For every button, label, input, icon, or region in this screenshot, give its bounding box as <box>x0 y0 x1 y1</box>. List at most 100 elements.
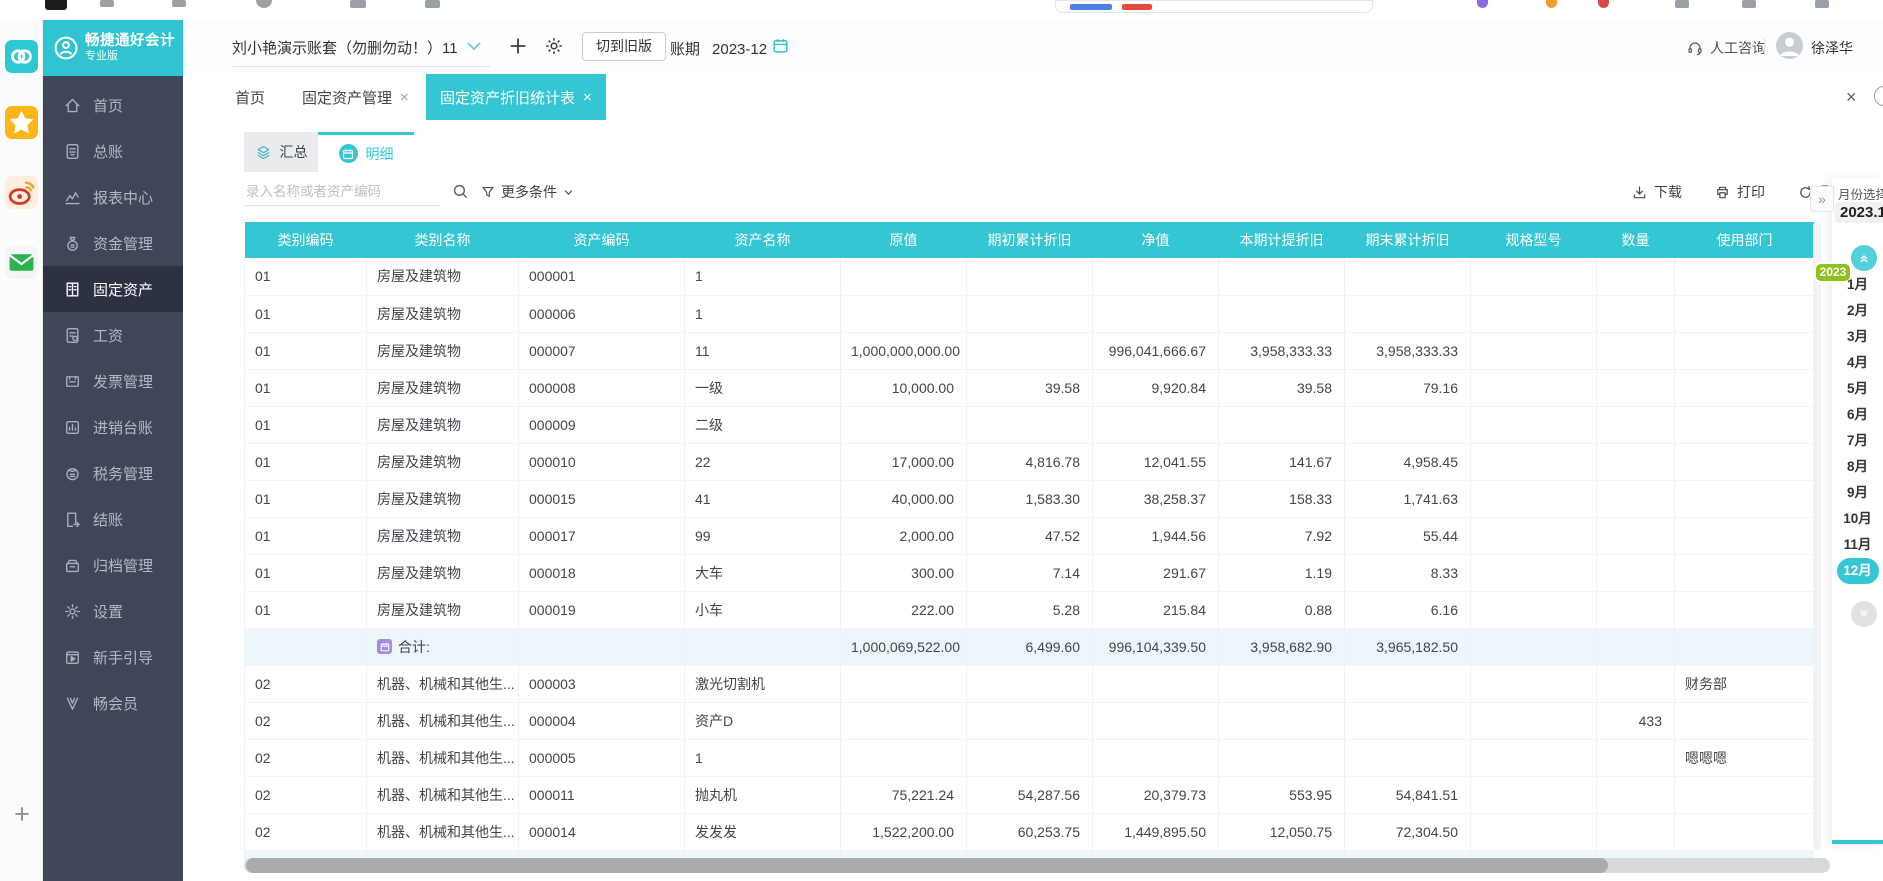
tab-0[interactable]: 首页 <box>221 74 279 120</box>
switch-old-version-button[interactable]: 切到旧版 <box>582 32 666 61</box>
calendar-icon[interactable] <box>771 36 790 55</box>
column-header[interactable]: 本期计提折旧 <box>1218 222 1345 258</box>
tab-close-icon[interactable]: × <box>400 89 409 106</box>
tab-overflow-icon[interactable] <box>1874 86 1883 106</box>
scroll-down-icon[interactable] <box>1851 601 1877 627</box>
month-item-10[interactable]: 10月 <box>1832 506 1883 532</box>
close-all-icon[interactable]: × <box>1846 87 1857 107</box>
sidebar-item-closing[interactable]: 结账 <box>43 496 183 542</box>
horizontal-scrollbar-thumb[interactable] <box>246 858 1608 873</box>
tab-1[interactable]: 固定资产管理 × <box>288 74 423 120</box>
table-row[interactable]: 01 房屋及建筑物 000009 二级 <box>244 406 1814 444</box>
account-selector[interactable]: 刘小艳演示账套（勿删勿动！）11 <box>232 37 458 58</box>
sidebar-item-report[interactable]: 报表中心 <box>43 174 183 220</box>
sidebar-item-guide[interactable]: 新手引导 <box>43 634 183 680</box>
browser-apps-grid-icon[interactable] <box>1675 0 1689 8</box>
table-row[interactable]: 02 机器、机械和其他生... 000005 1 嗯嗯嗯 <box>244 739 1814 777</box>
search-input[interactable] <box>244 178 440 206</box>
column-header[interactable]: 类别名称 <box>366 222 519 258</box>
table-row[interactable]: 02 机器、机械和其他生... 000004 资产D 433 <box>244 702 1814 740</box>
download-button[interactable]: 下载 <box>1631 182 1682 202</box>
avatar[interactable] <box>1776 32 1803 59</box>
table-row[interactable]: 01 房屋及建筑物 000010 22 17,000.00 4,816.78 12,041.… <box>244 443 1814 481</box>
browser-bookmark-icon[interactable] <box>425 0 440 8</box>
username[interactable]: 徐泽华 <box>1811 38 1853 58</box>
add-account-icon[interactable] <box>507 35 529 57</box>
month-item-6[interactable]: 6月 <box>1832 402 1883 428</box>
month-panel-collapse-button[interactable]: » <box>1810 186 1834 212</box>
month-item-8[interactable]: 8月 <box>1832 454 1883 480</box>
month-item-7[interactable]: 7月 <box>1832 428 1883 454</box>
sidebar-item-fixed-assets[interactable]: 固定资产 <box>43 266 183 312</box>
chevron-down-icon[interactable] <box>463 35 485 57</box>
settings-gear-icon[interactable] <box>543 35 565 57</box>
browser-back-icon[interactable] <box>100 0 114 7</box>
browser-extension-icon[interactable] <box>1598 0 1609 8</box>
browser-extension-icon[interactable] <box>1546 0 1557 8</box>
table-row[interactable]: 01 房屋及建筑物 000019 小车 222.00 5.28 215.84 0.88 6.16 <box>244 591 1814 629</box>
month-item-5[interactable]: 5月 <box>1832 376 1883 402</box>
column-header[interactable]: 资产名称 <box>684 222 841 258</box>
sidebar-item-member[interactable]: 畅会员 <box>43 680 183 726</box>
period-value[interactable]: 2023-12 <box>712 41 767 58</box>
table-row[interactable]: 01 房屋及建筑物 000001 1 <box>244 258 1814 296</box>
dock-weibo-icon[interactable] <box>5 176 38 209</box>
table-row[interactable]: 01 房屋及建筑物 000015 41 40,000.00 1,583.30 38,258.… <box>244 480 1814 518</box>
month-item-1[interactable]: 1月 <box>1832 272 1883 298</box>
sidebar-item-home[interactable]: 首页 <box>43 82 183 128</box>
column-header[interactable]: 规格型号 <box>1470 222 1597 258</box>
sidebar-item-tax[interactable]: 税务管理 <box>43 450 183 496</box>
table-row[interactable]: 01 房屋及建筑物 000008 一级 10,000.00 39.58 9,920.84 39… <box>244 369 1814 407</box>
month-item-9[interactable]: 9月 <box>1832 480 1883 506</box>
column-header[interactable]: 类别编码 <box>244 222 367 258</box>
sidebar-item-payroll[interactable]: 工资 <box>43 312 183 358</box>
column-header[interactable]: 使用部门 <box>1674 222 1814 258</box>
dock-favorites-star-icon[interactable] <box>5 106 38 139</box>
dock-add-button[interactable]: + <box>7 800 37 830</box>
column-header[interactable]: 期末累计折旧 <box>1344 222 1471 258</box>
column-header[interactable]: 原值 <box>840 222 967 258</box>
browser-address-bar[interactable] <box>1055 0 1373 13</box>
sidebar-item-settings[interactable]: 设置 <box>43 588 183 634</box>
column-header[interactable]: 数量 <box>1596 222 1675 258</box>
sidebar-item-archive[interactable]: 归档管理 <box>43 542 183 588</box>
print-button[interactable]: 打印 <box>1714 182 1765 202</box>
subtab-0[interactable]: 汇总 <box>244 132 318 172</box>
table-row[interactable]: 01 房屋及建筑物 000007 11 1,000,000,000.00 996,041,… <box>244 332 1814 370</box>
browser-download-icon[interactable] <box>1742 0 1756 8</box>
table-row[interactable]: 02 机器、机械和其他生... 000014 发发发 1,522,200.00 60,25… <box>244 813 1814 851</box>
subtab-1[interactable]: 明细 <box>318 132 414 172</box>
sidebar-item-funds[interactable]: 资金管理 <box>43 220 183 266</box>
column-header[interactable]: 净值 <box>1092 222 1219 258</box>
sidebar-item-invoice[interactable]: 发票管理 <box>43 358 183 404</box>
sidebar-item-trade-ledger[interactable]: 进销台账 <box>43 404 183 450</box>
horizontal-scrollbar[interactable] <box>244 858 1830 873</box>
month-item-11[interactable]: 11月 <box>1832 532 1883 558</box>
column-header[interactable]: 资产编码 <box>518 222 685 258</box>
scroll-up-icon[interactable] <box>1851 245 1877 271</box>
vertical-scrollbar[interactable] <box>1813 222 1821 850</box>
browser-menu-icon[interactable] <box>1815 0 1829 8</box>
column-header[interactable]: 期初累计折旧 <box>966 222 1093 258</box>
month-item-2[interactable]: 2月 <box>1832 298 1883 324</box>
month-item-4[interactable]: 4月 <box>1832 350 1883 376</box>
dock-mail-icon[interactable] <box>5 246 38 279</box>
table-row[interactable]: 01 房屋及建筑物 000006 1 <box>244 295 1814 333</box>
table-row[interactable]: 02 机器、机械和其他生... 000011 抛丸机 75,221.24 54,287.5… <box>244 776 1814 814</box>
tab-close-icon[interactable]: × <box>583 89 592 106</box>
table-row[interactable]: 01 房屋及建筑物 000017 99 2,000.00 47.52 1,944.56 7.9… <box>244 517 1814 555</box>
human-consult-button[interactable]: 人工咨询 <box>1686 38 1766 58</box>
browser-pinned-fragment[interactable] <box>45 0 67 10</box>
month-item-12[interactable]: 12月 <box>1836 558 1879 584</box>
table-row[interactable]: 02 机器、机械和其他生... 000003 激光切割机 财务部 <box>244 665 1814 703</box>
sidebar-item-ledger[interactable]: 总账 <box>43 128 183 174</box>
dock-chanjet-app-icon[interactable] <box>5 40 38 73</box>
tab-2[interactable]: 固定资产折旧统计表 × <box>426 74 606 120</box>
browser-home-icon[interactable] <box>350 0 366 8</box>
browser-forward-icon[interactable] <box>172 0 186 7</box>
month-item-3[interactable]: 3月 <box>1832 324 1883 350</box>
browser-refresh-icon[interactable] <box>256 0 272 8</box>
subtotal-row[interactable]: 合计: 1,000,069,522.00 6,499.60 996,104,339.5… <box>244 628 1814 666</box>
browser-extension-icon[interactable] <box>1477 0 1488 8</box>
more-filters-button[interactable]: 更多条件 <box>480 182 575 202</box>
